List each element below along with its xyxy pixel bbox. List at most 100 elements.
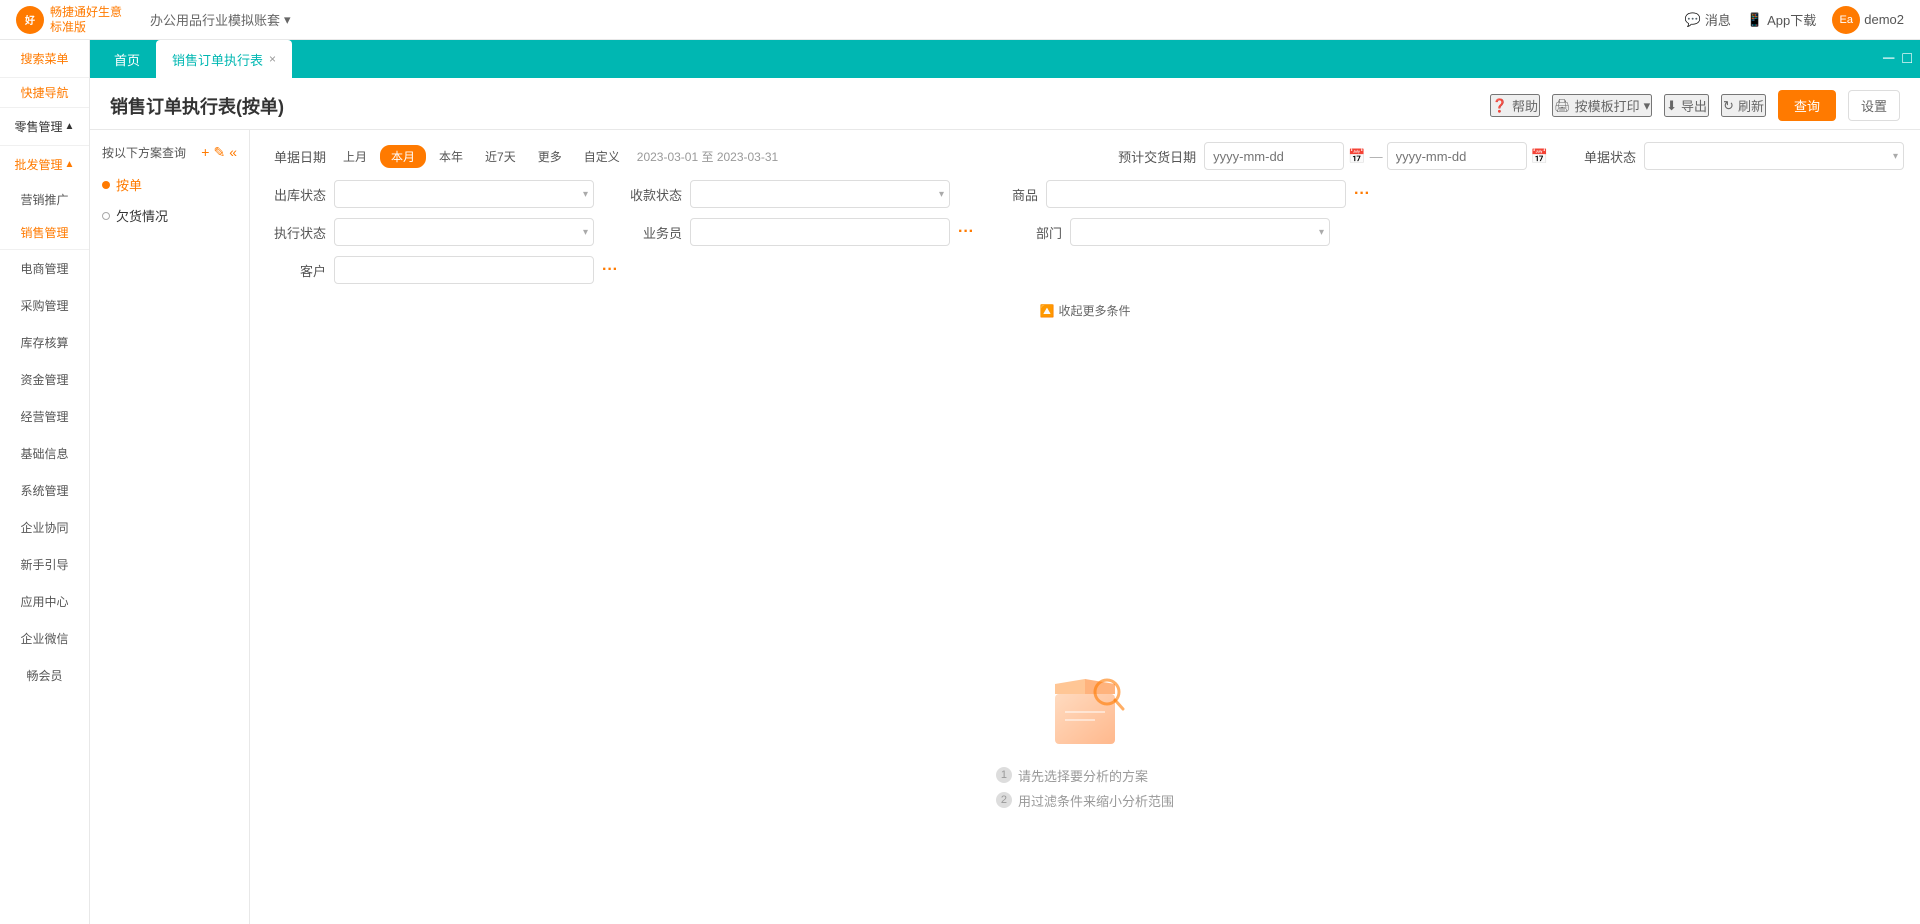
tab-close-icon[interactable]: × [269, 52, 276, 66]
app-download-btn[interactable]: 📱 App下载 [1747, 10, 1816, 29]
customer-dots[interactable]: ··· [602, 261, 618, 279]
tab-home[interactable]: 首页 [98, 40, 156, 78]
inactive-scheme-ring [102, 212, 110, 220]
sidebar-item-basic[interactable]: 基础信息 [0, 435, 89, 472]
sidebar: 搜索菜单 快捷导航 零售管理 ▲ 批发管理 ▲ 营销推广 销售管理 电商管理 采… [0, 40, 90, 924]
empty-hint-1: 1 请先选择要分析的方案 [996, 766, 1174, 785]
date-range-display: 2023-03-01 至 2023-03-31 [637, 148, 778, 165]
avatar: Ea [1832, 6, 1860, 34]
hint-number-1: 1 [996, 767, 1012, 783]
tab-sales-order[interactable]: 销售订单执行表 × [156, 40, 292, 78]
sidebar-item-operation[interactable]: 经营管理 [0, 398, 89, 435]
help-btn[interactable]: ❓ 帮助 [1490, 94, 1540, 117]
sidebar-item-appstore[interactable]: 应用中心 [0, 583, 89, 620]
refresh-icon: ↻ [1723, 98, 1734, 114]
customer-label: 客户 [266, 261, 326, 280]
date-btn-7days[interactable]: 近7天 [476, 145, 525, 168]
tab-minimize-btn[interactable]: ─ [1883, 50, 1894, 68]
dept-label: 部门 [1002, 223, 1062, 242]
user-menu[interactable]: Ea demo2 [1832, 6, 1904, 34]
sidebar-group-wholesale: 批发管理 ▲ 营销推广 销售管理 [0, 146, 89, 250]
tab-maximize-btn[interactable]: □ [1902, 50, 1912, 68]
breadcrumb[interactable]: 办公用品行业模拟账套 ▾ [150, 10, 291, 29]
logo-text: 畅捷通好生意 标准版 [50, 5, 122, 34]
filter-row-4: 客户 ··· [266, 256, 1904, 284]
sidebar-sub-marketing[interactable]: 营销推广 [0, 183, 89, 216]
sidebar-item-enterprise[interactable]: 企业协同 [0, 509, 89, 546]
date-btn-this-year[interactable]: 本年 [430, 145, 472, 168]
collapse-more-btn[interactable]: 🔼 收起更多条件 [266, 294, 1904, 323]
expected-date-start[interactable] [1204, 142, 1344, 170]
hint-number-2: 2 [996, 792, 1012, 808]
product-dots[interactable]: ··· [1354, 185, 1370, 203]
sidebar-item-wechat[interactable]: 企业微信 [0, 620, 89, 657]
sidebar-item-inventory[interactable]: 库存核算 [0, 324, 89, 361]
filter-scheme-receivable[interactable]: 欠货情况 [90, 200, 249, 231]
top-bar-left: 好 畅捷通好生意 标准版 办公用品行业模拟账套 ▾ [16, 5, 291, 34]
collapse-sidebar-btn[interactable]: « [229, 144, 237, 161]
empty-hint-2: 2 用过滤条件来缩小分析范围 [996, 791, 1174, 810]
sidebar-item-purchase[interactable]: 采购管理 [0, 287, 89, 324]
date-label: 单据日期 [266, 147, 326, 166]
app-icon: 📱 [1747, 12, 1763, 28]
message-icon: 💬 [1685, 12, 1701, 28]
status-select[interactable] [1644, 142, 1904, 170]
execute-select[interactable] [334, 218, 594, 246]
sidebar-group-retail: 零售管理 ▲ [0, 108, 89, 146]
template-print-btn[interactable]: 🖨 按模板打印 ▾ [1552, 94, 1652, 117]
print-chevron-icon: ▾ [1644, 98, 1651, 114]
export-btn[interactable]: ⬇ 导出 [1664, 94, 1709, 117]
dept-select[interactable] [1070, 218, 1330, 246]
salesperson-label: 业务员 [622, 223, 682, 242]
chevron-up-icon: ▲ [65, 121, 75, 132]
sidebar-item-wholesale[interactable]: 批发管理 ▲ [0, 146, 89, 183]
date-btn-custom[interactable]: 自定义 [575, 145, 629, 168]
sidebar-nav[interactable]: 快捷导航 [0, 78, 89, 108]
calendar-icon-start[interactable]: 📅 [1348, 148, 1365, 165]
filter-content: 单据日期 上月 本月 本年 近7天 更多 自定义 2023-03-01 至 20… [250, 130, 1920, 539]
sidebar-item-finance[interactable]: 资金管理 [0, 361, 89, 398]
message-btn[interactable]: 💬 消息 [1685, 10, 1731, 29]
sidebar-item-system[interactable]: 系统管理 [0, 472, 89, 509]
receipt-select[interactable] [690, 180, 950, 208]
top-bar: 好 畅捷通好生意 标准版 办公用品行业模拟账套 ▾ 💬 消息 📱 App下载 E… [0, 0, 1920, 40]
sidebar-search[interactable]: 搜索菜单 [0, 40, 89, 78]
delivery-select-wrapper: ▾ [334, 180, 594, 208]
expected-date-end[interactable] [1387, 142, 1527, 170]
tab-bar-right: ─ □ [1883, 50, 1912, 68]
top-bar-right: 💬 消息 📱 App下载 Ea demo2 [1685, 6, 1904, 34]
product-label: 商品 [978, 185, 1038, 204]
filter-sidebar: 按以下方案查询 + ✎ « 按单 欠货情况 [90, 130, 250, 924]
sidebar-sub-sales[interactable]: 销售管理 [0, 216, 89, 249]
salesperson-input[interactable] [690, 218, 950, 246]
settings-btn[interactable]: 设置 [1848, 90, 1900, 121]
product-input[interactable] [1046, 180, 1346, 208]
date-shortcut-group: 上月 本月 本年 近7天 更多 自定义 2023-03-01 至 2023-03… [334, 145, 1088, 168]
customer-input[interactable] [334, 256, 594, 284]
edit-scheme-btn[interactable]: ✎ [213, 144, 225, 161]
main-content: 1 请先选择要分析的方案 2 用过滤条件来缩小分析范围 [250, 539, 1920, 924]
filter-sidebar-header: 按以下方案查询 + ✎ « [90, 140, 249, 169]
sidebar-item-ecommerce[interactable]: 电商管理 [0, 250, 89, 287]
filter-row-2: 出库状态 ▾ 收款状态 ▾ [266, 180, 1904, 208]
filter-scheme-order[interactable]: 按单 [90, 169, 249, 200]
refresh-btn[interactable]: ↻ 刷新 [1721, 94, 1766, 117]
status-select-wrapper: ▾ [1644, 142, 1904, 170]
add-scheme-btn[interactable]: + [201, 144, 209, 161]
delivery-select[interactable] [334, 180, 594, 208]
sidebar-item-newbie[interactable]: 新手引导 [0, 546, 89, 583]
execute-select-wrapper: ▾ [334, 218, 594, 246]
page-title: 销售订单执行表(按单) [110, 93, 284, 119]
help-icon: ❓ [1492, 98, 1508, 114]
receipt-select-wrapper: ▾ [690, 180, 950, 208]
query-btn[interactable]: 查询 [1778, 90, 1836, 121]
date-btn-last-month[interactable]: 上月 [334, 145, 376, 168]
chevron-up-icon2: ▲ [65, 159, 75, 170]
date-btn-more[interactable]: 更多 [529, 145, 571, 168]
sidebar-item-member[interactable]: 畅会员 [0, 657, 89, 694]
date-btn-this-month[interactable]: 本月 [380, 145, 426, 168]
page-title-row: 销售订单执行表(按单) ❓ 帮助 🖨 按模板打印 ▾ ⬇ 导出 [110, 90, 1900, 129]
calendar-icon-end[interactable]: 📅 [1531, 148, 1548, 165]
salesperson-dots[interactable]: ··· [958, 223, 974, 241]
sidebar-item-retail[interactable]: 零售管理 ▲ [0, 108, 89, 145]
